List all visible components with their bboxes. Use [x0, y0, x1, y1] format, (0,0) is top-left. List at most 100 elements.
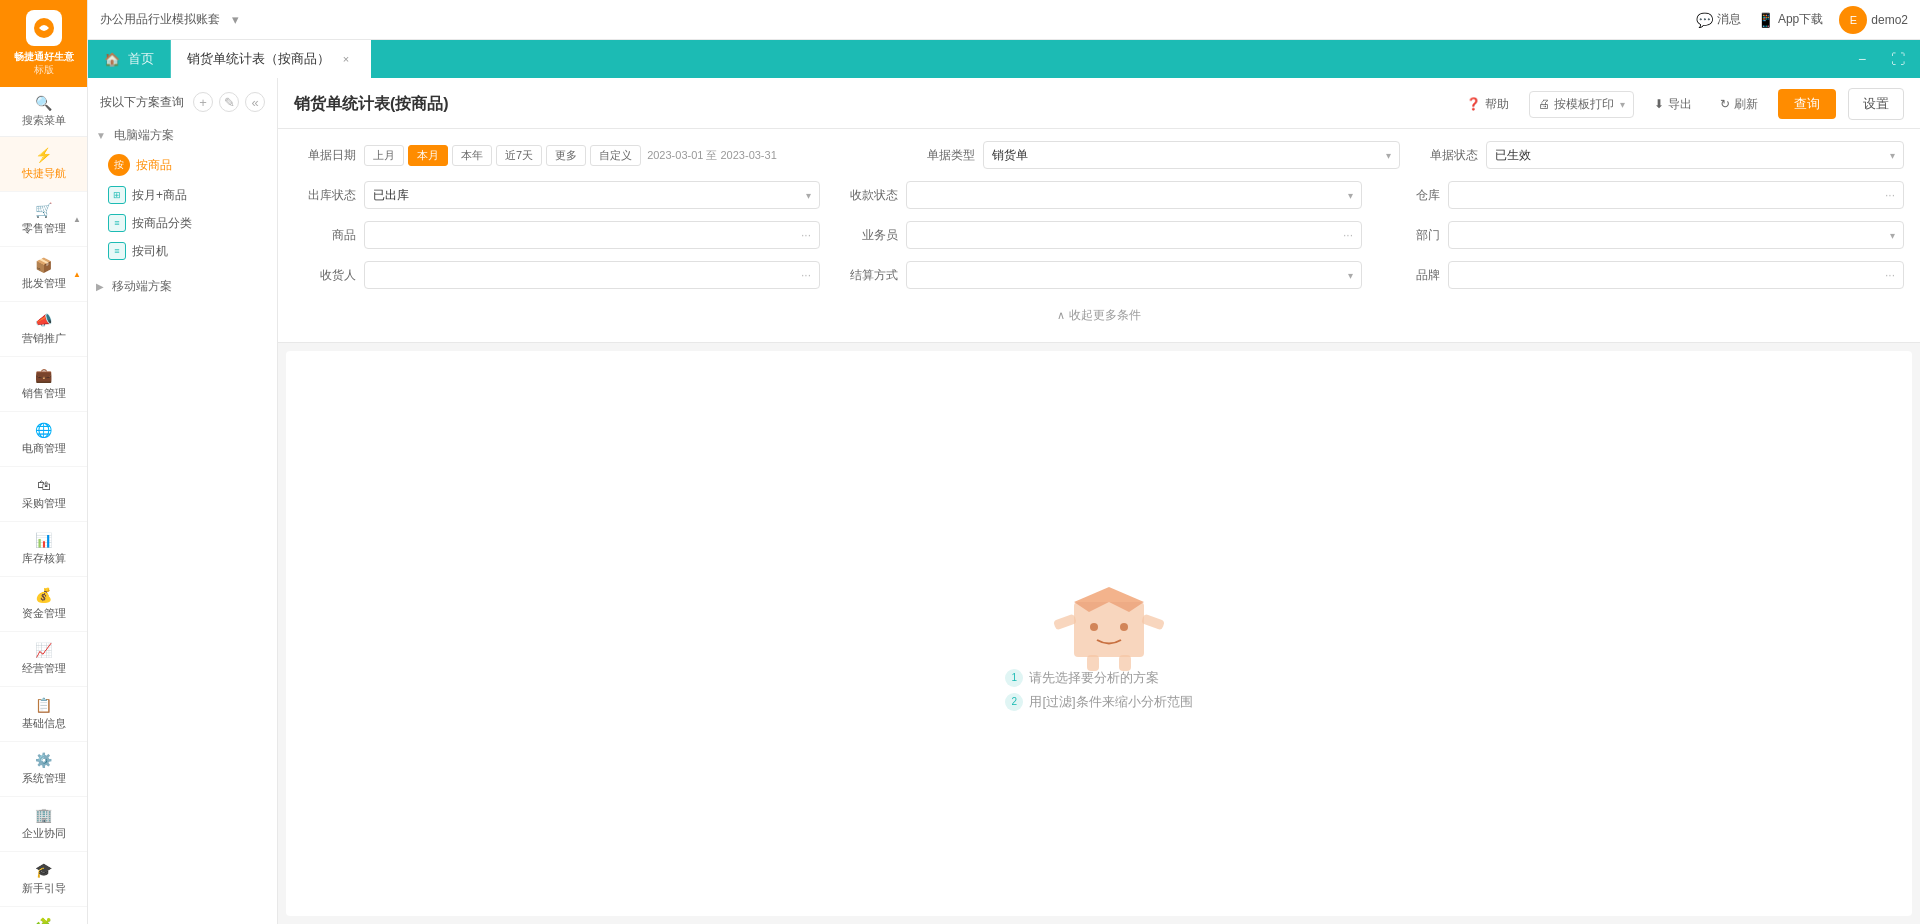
payment-dropdown[interactable]: ▾ [906, 261, 1362, 289]
sidebar-item-ecommerce[interactable]: 🌐 电商管理 [0, 412, 87, 467]
message-icon: 💬 [1696, 12, 1713, 28]
sidebar-item-enterprise[interactable]: 🏢 企业协同 [0, 797, 87, 852]
topbar-title: 办公用品行业模拟账套 [100, 11, 220, 28]
month-product-icon: ⊞ [108, 186, 126, 204]
date-7days-btn[interactable]: 近7天 [496, 145, 542, 166]
add-scheme-button[interactable]: + [193, 92, 213, 112]
page-header-top: 销货单统计表(按商品) ❓ 帮助 🖨 按模板打印 ▾ ⬇ [294, 88, 1904, 120]
tab-report[interactable]: 销货单统计表（按商品） × [171, 40, 371, 78]
tree-item-by-product[interactable]: 按 按商品 [88, 149, 277, 181]
tab-home[interactable]: 🏠 首页 [88, 40, 171, 78]
collect-status-chevron: ▾ [1348, 190, 1353, 201]
sidebar-item-guide[interactable]: 🎓 新手引导 [0, 852, 87, 907]
doc-type-chevron: ▾ [1386, 150, 1391, 161]
sidebar-item-retail[interactable]: 🛒 零售管理 [0, 192, 87, 247]
topbar-dropdown-icon[interactable]: ▾ [232, 12, 239, 27]
username: demo2 [1871, 13, 1908, 27]
collapse-panel-button[interactable]: « [245, 92, 265, 112]
tabbar-actions: − ⛶ [1848, 45, 1920, 73]
sidebar-item-operations[interactable]: 📈 经营管理 [0, 632, 87, 687]
date-current-month-btn[interactable]: 本月 [408, 145, 448, 166]
tab-close-icon[interactable]: × [338, 51, 354, 67]
app-download-button[interactable]: 📱 App下载 [1757, 11, 1823, 28]
wholesale-label: 批发管理 [22, 276, 66, 291]
settings-button[interactable]: 设置 [1848, 88, 1904, 120]
pc-section-header[interactable]: ▼ 电脑端方案 [88, 122, 277, 149]
collapse-up-icon: ∧ [1057, 309, 1065, 322]
query-button[interactable]: 查询 [1778, 89, 1836, 119]
out-status-label: 出库状态 [294, 187, 364, 204]
finance-label: 资金管理 [22, 606, 66, 621]
warehouse-dropdown[interactable]: ··· [1448, 181, 1904, 209]
refresh-icon: ↻ [1720, 97, 1730, 111]
refresh-label: 刷新 [1734, 96, 1758, 113]
product-dropdown[interactable]: ··· [364, 221, 820, 249]
sidebar-item-purchase[interactable]: 🛍 采购管理 [0, 467, 87, 522]
date-more-btn[interactable]: 更多 [546, 145, 586, 166]
recipient-dropdown[interactable]: ··· [364, 261, 820, 289]
svg-rect-6 [1053, 613, 1077, 630]
avatar-icon: E [1839, 6, 1867, 34]
user-avatar[interactable]: E demo2 [1839, 6, 1908, 34]
sidebar-item-system[interactable]: ⚙️ 系统管理 [0, 742, 87, 797]
sidebar-search[interactable]: 🔍 搜索菜单 [0, 87, 87, 137]
tree-item-by-month-product[interactable]: ⊞ 按月+商品 [88, 181, 277, 209]
dept-dropdown[interactable]: ▾ [1448, 221, 1904, 249]
date-custom-btn[interactable]: 自定义 [590, 145, 641, 166]
filter-row-1: 单据日期 上月 本月 本年 近7天 更多 自定义 2023-03-01 至 20… [294, 141, 1904, 169]
out-status-dropdown[interactable]: 已出库 ▾ [364, 181, 820, 209]
export-button[interactable]: ⬇ 导出 [1646, 92, 1700, 117]
tab-expand-button[interactable]: ⛶ [1884, 45, 1912, 73]
collect-status-dropdown[interactable]: ▾ [906, 181, 1362, 209]
collect-status-label: 收款状态 [836, 187, 906, 204]
collapse-filters-button[interactable]: ∧ 收起更多条件 [294, 301, 1904, 330]
topbar: 办公用品行业模拟账套 ▾ 💬 消息 📱 App下载 E demo2 [88, 0, 1920, 40]
out-status-chevron: ▾ [806, 190, 811, 201]
date-current-year-btn[interactable]: 本年 [452, 145, 492, 166]
tree-item-by-category[interactable]: ≡ 按商品分类 [88, 209, 277, 237]
salesperson-label: 业务员 [836, 227, 906, 244]
left-panel: 按以下方案查询 + ✎ « ▼ 电脑端方案 按 按商品 [88, 78, 278, 924]
payment-label: 结算方式 [836, 267, 906, 284]
sidebar-item-inventory[interactable]: 📊 库存核算 [0, 522, 87, 577]
sidebar: 畅捷通好生意 标版 🔍 搜索菜单 ⚡ 快捷导航 🛒 零售管理 📦 批发管理 📣 … [0, 0, 88, 924]
sidebar-item-basic-info[interactable]: 📋 基础信息 [0, 687, 87, 742]
svg-point-2 [1090, 623, 1098, 631]
doc-type-dropdown[interactable]: 销货单 ▾ [983, 141, 1401, 169]
refresh-button[interactable]: ↻ 刷新 [1712, 92, 1766, 117]
by-customer-label: 按司机 [132, 243, 168, 260]
print-button[interactable]: 🖨 按模板打印 ▾ [1529, 91, 1634, 118]
brand-dots: ··· [1885, 268, 1895, 282]
filter-row-2: 出库状态 已出库 ▾ 收款状态 ▾ 仓库 ··· [294, 181, 1904, 209]
page-header-actions: ❓ 帮助 🖨 按模板打印 ▾ ⬇ 导出 ↻ [1458, 88, 1904, 120]
sidebar-item-apps[interactable]: 🧩 应用中心 [0, 907, 87, 924]
date-last-month-btn[interactable]: 上月 [364, 145, 404, 166]
main-content: 办公用品行业模拟账套 ▾ 💬 消息 📱 App下载 E demo2 🏠 首页 [88, 0, 1920, 924]
brand-label: 品牌 [1378, 267, 1448, 284]
doc-type-label: 单据类型 [913, 147, 983, 164]
brand-dropdown[interactable]: ··· [1448, 261, 1904, 289]
dept-chevron: ▾ [1890, 230, 1895, 241]
svg-rect-7 [1141, 613, 1165, 630]
inventory-label: 库存核算 [22, 551, 66, 566]
collapse-label: 收起更多条件 [1069, 307, 1141, 324]
date-label: 单据日期 [294, 147, 364, 164]
help-label: 帮助 [1485, 96, 1509, 113]
empty-state: 1 请先选择要分析的方案 2 用[过滤]条件来缩小分析范围 [1005, 557, 1192, 711]
sidebar-item-finance[interactable]: 💰 资金管理 [0, 577, 87, 632]
message-button[interactable]: 💬 消息 [1696, 11, 1741, 28]
sidebar-item-wholesale[interactable]: 📦 批发管理 [0, 247, 87, 302]
sidebar-item-marketing[interactable]: 📣 营销推广 [0, 302, 87, 357]
help-button[interactable]: ❓ 帮助 [1458, 92, 1517, 117]
salesperson-dropdown[interactable]: ··· [906, 221, 1362, 249]
tree-item-by-customer[interactable]: ≡ 按司机 [88, 237, 277, 265]
export-icon: ⬇ [1654, 97, 1664, 111]
mobile-section-header[interactable]: ▶ 移动端方案 [88, 273, 277, 300]
doc-status-dropdown[interactable]: 已生效 ▾ [1486, 141, 1904, 169]
tab-minimize-button[interactable]: − [1848, 45, 1876, 73]
pc-expand-arrow: ▼ [96, 130, 106, 141]
sidebar-item-sales[interactable]: 💼 销售管理 [0, 357, 87, 412]
edit-scheme-button[interactable]: ✎ [219, 92, 239, 112]
doc-type-value: 销货单 [992, 147, 1028, 164]
sidebar-item-quick-nav[interactable]: ⚡ 快捷导航 [0, 137, 87, 192]
